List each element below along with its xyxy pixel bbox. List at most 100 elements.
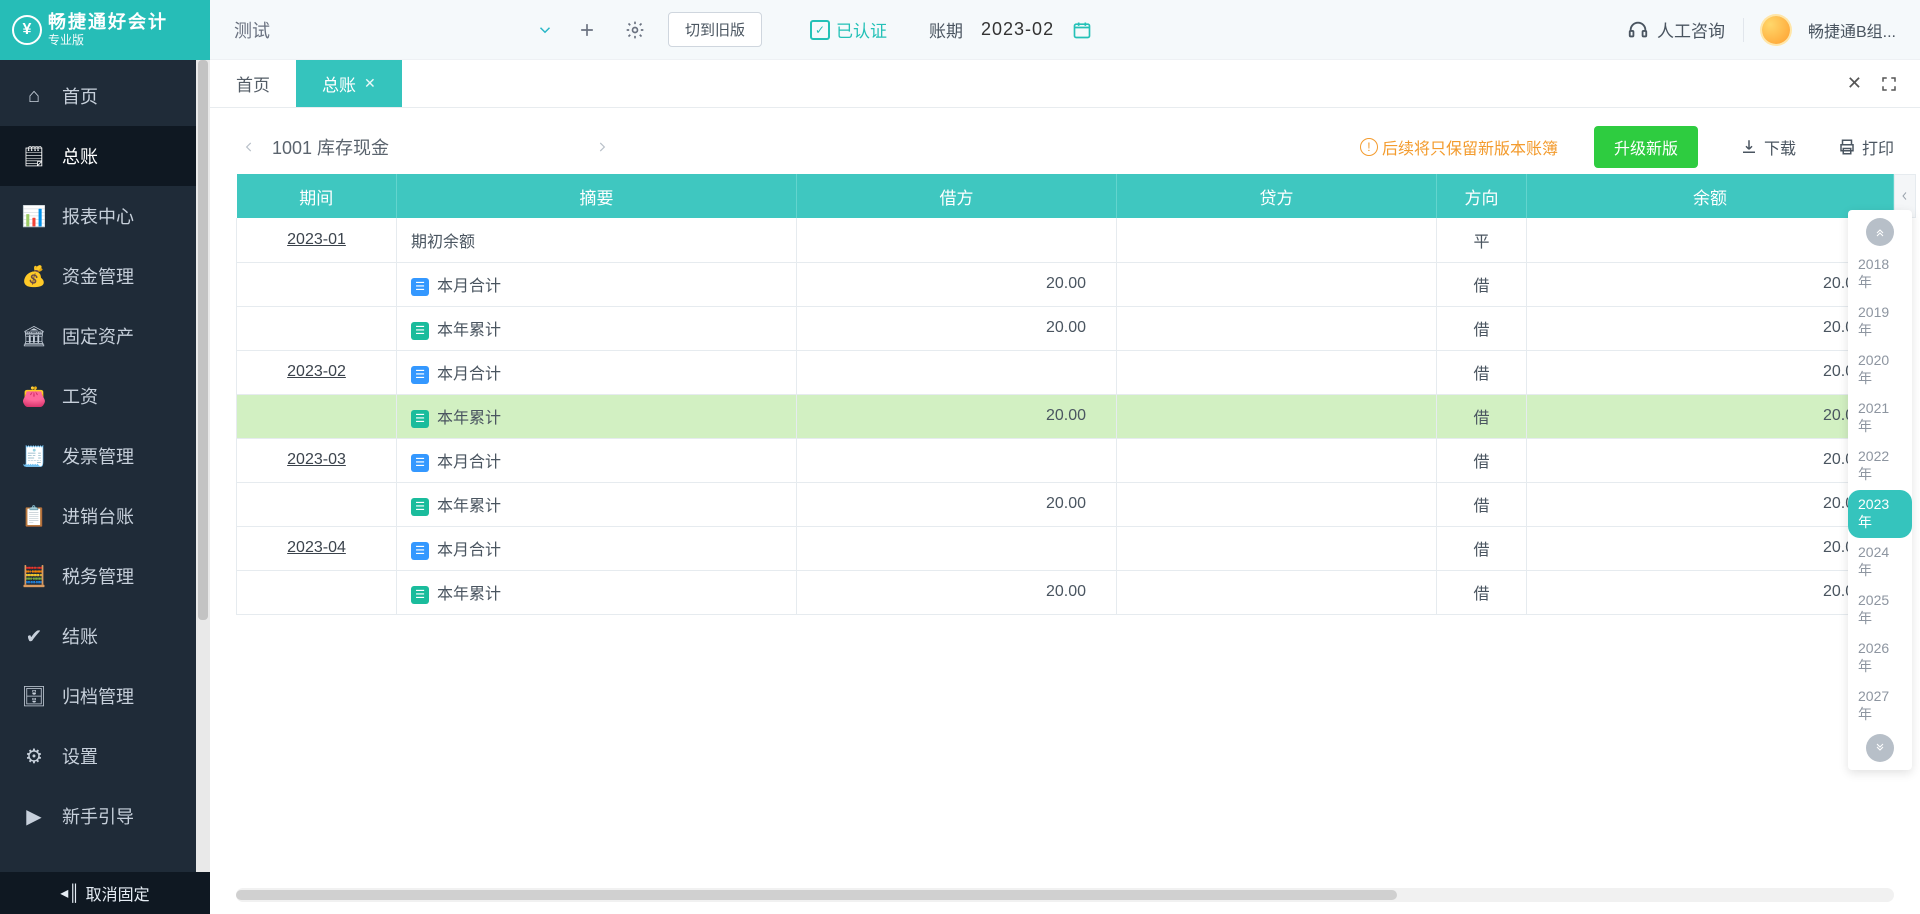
sidebar-item-1[interactable]: 🗒总账: [0, 126, 210, 186]
sidebar-icon-8: 🧮: [22, 564, 46, 588]
table-row[interactable]: 2023-02☰本月合计借20.00: [237, 350, 1894, 394]
company-selector[interactable]: 测试: [234, 17, 554, 43]
cell-dir: 借: [1437, 526, 1527, 570]
horizontal-scrollbar[interactable]: [236, 888, 1894, 902]
prev-account-button[interactable]: [236, 136, 262, 158]
pin-icon: ◂║: [60, 883, 79, 903]
year-item[interactable]: 2026年: [1848, 634, 1912, 682]
consult-button[interactable]: 人工咨询: [1627, 17, 1725, 42]
year-down-button[interactable]: [1866, 734, 1894, 762]
sidebar-item-5[interactable]: 👛工资: [0, 366, 210, 426]
sidebar-item-3[interactable]: 💰资金管理: [0, 246, 210, 306]
cell-credit: [1117, 438, 1437, 482]
year-item[interactable]: 2022年: [1848, 442, 1912, 490]
close-icon[interactable]: ✕: [364, 75, 376, 92]
sidebar-item-label: 归档管理: [62, 683, 134, 709]
upgrade-button[interactable]: 升级新版: [1594, 126, 1698, 168]
table-row[interactable]: ☰本月合计20.00借20.00: [237, 262, 1894, 306]
col-dir[interactable]: 方向: [1437, 174, 1527, 218]
cell-dir: 借: [1437, 438, 1527, 482]
year-item[interactable]: 2024年: [1848, 538, 1912, 586]
cell-balance: 20.00: [1527, 262, 1894, 306]
sidebar-scrollbar[interactable]: [196, 60, 210, 872]
cell-dir: 借: [1437, 306, 1527, 350]
tab-home[interactable]: 首页: [210, 60, 296, 107]
settings-button[interactable]: [620, 15, 650, 45]
col-credit[interactable]: 贷方: [1117, 174, 1437, 218]
sidebar-item-6[interactable]: 🧾发票管理: [0, 426, 210, 486]
sidebar-item-10[interactable]: 🗄归档管理: [0, 666, 210, 726]
cell-period[interactable]: 2023-03: [237, 438, 397, 482]
sidebar-pin-toggle[interactable]: ◂║ 取消固定: [0, 872, 210, 914]
summary-badge-icon: ☰: [411, 498, 429, 516]
download-button[interactable]: 下载: [1740, 135, 1796, 159]
cell-summary: ☰本月合计: [397, 350, 797, 394]
print-button[interactable]: 打印: [1838, 135, 1894, 159]
tab-close-button[interactable]: ✕: [1847, 73, 1862, 94]
cell-debit: 20.00: [797, 482, 1117, 526]
cell-debit: [797, 218, 1117, 262]
table-row[interactable]: ☰本年累计20.00借20.00: [237, 482, 1894, 526]
col-summary[interactable]: 摘要: [397, 174, 797, 218]
summary-badge-icon: ☰: [411, 366, 429, 384]
horizontal-scrollbar-thumb[interactable]: [236, 890, 1397, 900]
sidebar-item-4[interactable]: 🏛固定资产: [0, 306, 210, 366]
cell-period[interactable]: 2023-01: [237, 218, 397, 262]
year-item[interactable]: 2021年: [1848, 394, 1912, 442]
sidebar-item-2[interactable]: 📊报表中心: [0, 186, 210, 246]
table-row[interactable]: ☰本年累计20.00借20.00: [237, 570, 1894, 614]
table-row[interactable]: 2023-03☰本月合计借20.00: [237, 438, 1894, 482]
sidebar-icon-3: 💰: [22, 264, 46, 288]
tab-ledger[interactable]: 总账 ✕: [296, 60, 402, 107]
next-account-button[interactable]: [589, 136, 615, 158]
col-period[interactable]: 期间: [237, 174, 397, 218]
add-company-button[interactable]: [572, 15, 602, 45]
sidebar-item-9[interactable]: ✔结账: [0, 606, 210, 666]
period-value: 2023-02: [981, 19, 1054, 40]
fullscreen-icon[interactable]: [1880, 75, 1898, 93]
sidebar-scrollbar-thumb[interactable]: [198, 60, 208, 620]
calendar-icon[interactable]: [1072, 20, 1092, 40]
cell-balance: [1527, 218, 1894, 262]
cell-summary: 期初余额: [397, 218, 797, 262]
table-row[interactable]: ☰本年累计20.00借20.00: [237, 394, 1894, 438]
cell-balance: 20.00: [1527, 306, 1894, 350]
separator: [1743, 18, 1744, 42]
year-item[interactable]: 2018年: [1848, 250, 1912, 298]
year-item[interactable]: 2020年: [1848, 346, 1912, 394]
year-item[interactable]: 2027年: [1848, 682, 1912, 730]
sidebar-item-label: 结账: [62, 623, 98, 649]
cell-period[interactable]: 2023-04: [237, 526, 397, 570]
sidebar-item-label: 发票管理: [62, 443, 134, 469]
summary-badge-icon: ☰: [411, 278, 429, 296]
cell-debit: 20.00: [797, 262, 1117, 306]
year-up-button[interactable]: [1866, 218, 1894, 246]
year-item[interactable]: 2025年: [1848, 586, 1912, 634]
sidebar-item-12[interactable]: ▶新手引导: [0, 786, 210, 846]
cell-balance: 20.00: [1527, 394, 1894, 438]
summary-badge-icon: ☰: [411, 586, 429, 604]
cell-balance: 20.00: [1527, 350, 1894, 394]
user-name[interactable]: 畅捷通B组...: [1808, 18, 1896, 42]
sidebar-item-label: 新手引导: [62, 803, 134, 829]
col-debit[interactable]: 借方: [797, 174, 1117, 218]
tab-ledger-label: 总账: [322, 71, 356, 96]
avatar[interactable]: [1762, 16, 1790, 44]
table-row[interactable]: 2023-04☰本月合计借20.00: [237, 526, 1894, 570]
cell-credit: [1117, 218, 1437, 262]
table-row[interactable]: ☰本年累计20.00借20.00: [237, 306, 1894, 350]
cell-period[interactable]: 2023-02: [237, 350, 397, 394]
cell-debit: [797, 438, 1117, 482]
sidebar-item-8[interactable]: 🧮税务管理: [0, 546, 210, 606]
sidebar-item-7[interactable]: 📋进销台账: [0, 486, 210, 546]
cell-balance: 20.00: [1527, 482, 1894, 526]
switch-old-version-button[interactable]: 切到旧版: [668, 12, 762, 47]
year-item[interactable]: 2019年: [1848, 298, 1912, 346]
sidebar-item-0[interactable]: ⌂首页: [0, 66, 210, 126]
ledger-table: 期间 摘要 借方 贷方 方向 余额 2023-01期初余额平☰本月合计20.00…: [236, 174, 1894, 615]
year-item[interactable]: 2023年: [1848, 490, 1912, 538]
table-row[interactable]: 2023-01期初余额平: [237, 218, 1894, 262]
col-balance[interactable]: 余额: [1527, 174, 1894, 218]
cell-period: [237, 394, 397, 438]
sidebar-item-11[interactable]: ⚙设置: [0, 726, 210, 786]
